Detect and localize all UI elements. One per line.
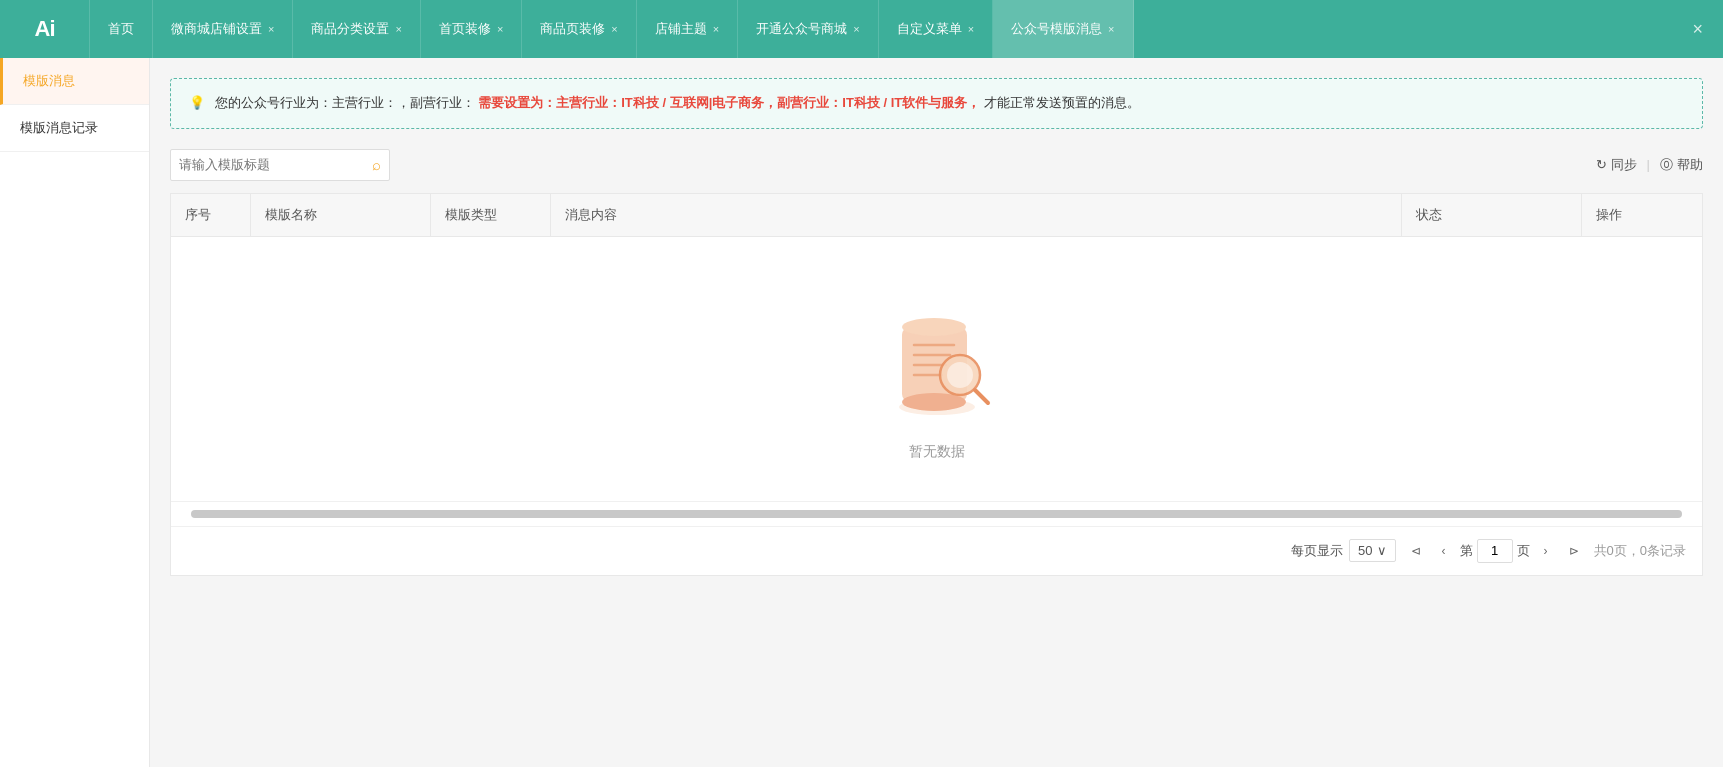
- first-page-button[interactable]: ⊲: [1404, 539, 1428, 563]
- table-header: 序号 模版名称 模版类型 消息内容 状态 操作: [171, 194, 1702, 237]
- notice-highlight: 需要设置为：主营行业：IT科技 / 互联网|电子商务，副营行业：IT科技 / I…: [478, 95, 980, 110]
- prev-page-button[interactable]: ‹: [1432, 539, 1456, 563]
- per-page-value: 50: [1358, 543, 1372, 558]
- nav-tab-category[interactable]: 商品分类设置 ×: [293, 0, 420, 58]
- page-total: 共0页，0条记录: [1594, 542, 1686, 560]
- sidebar-item-template-record[interactable]: 模版消息记录: [0, 105, 149, 152]
- col-content: 消息内容: [551, 194, 1402, 236]
- help-icon: ⓪: [1660, 156, 1673, 174]
- next-page-button[interactable]: ›: [1534, 539, 1558, 563]
- nav-tab-open-mall[interactable]: 开通公众号商城 ×: [738, 0, 878, 58]
- nav-tab-product-decor[interactable]: 商品页装修 ×: [522, 0, 636, 58]
- empty-text: 暂无数据: [909, 443, 965, 461]
- close-tab-product-decor[interactable]: ×: [611, 23, 617, 35]
- svg-line-10: [975, 390, 988, 403]
- col-status: 状态: [1402, 194, 1582, 236]
- close-tab-custom-menu[interactable]: ×: [968, 23, 974, 35]
- notice-icon: 💡: [189, 95, 205, 110]
- per-page-label: 每页显示: [1291, 542, 1343, 560]
- sync-button[interactable]: ↻ 同步: [1596, 156, 1637, 174]
- page-size-selector: 每页显示 50 ∨: [1291, 539, 1395, 562]
- close-tab-open-mall[interactable]: ×: [853, 23, 859, 35]
- close-tab-category[interactable]: ×: [395, 23, 401, 35]
- nav-tab-custom-menu[interactable]: 自定义菜单 ×: [879, 0, 993, 58]
- nav-tab-store-theme[interactable]: 店铺主题 ×: [637, 0, 738, 58]
- notice-box: 💡 您的公众号行业为：主营行业：，副营行业： 需要设置为：主营行业：IT科技 /…: [170, 78, 1703, 129]
- data-table: 序号 模版名称 模版类型 消息内容 状态 操作: [170, 193, 1703, 576]
- sidebar-item-template-message[interactable]: 模版消息: [0, 58, 149, 105]
- col-type: 模版类型: [431, 194, 551, 236]
- divider: |: [1647, 157, 1650, 172]
- sync-icon: ↻: [1596, 157, 1607, 172]
- col-index: 序号: [171, 194, 251, 236]
- empty-illustration: [872, 297, 1002, 427]
- nav-tab-wechat-shop[interactable]: 微商城店铺设置 ×: [153, 0, 293, 58]
- col-action: 操作: [1582, 194, 1702, 236]
- svg-point-2: [902, 318, 966, 336]
- nav-tab-template-msg[interactable]: 公众号模版消息 ×: [993, 0, 1133, 58]
- page-input[interactable]: [1477, 539, 1513, 563]
- page-navigation: ⊲ ‹ 第 页 › ⊳: [1404, 539, 1586, 563]
- toolbar-right: ↻ 同步 | ⓪ 帮助: [1596, 156, 1703, 174]
- app-logo: Ai: [0, 0, 90, 58]
- scrollbar-area[interactable]: [171, 501, 1702, 526]
- svg-point-9: [947, 362, 973, 388]
- content-area: 💡 您的公众号行业为：主营行业：，副营行业： 需要设置为：主营行业：IT科技 /…: [150, 58, 1723, 767]
- pagination: 每页显示 50 ∨ ⊲ ‹ 第 页 › ⊳ 共0页，0条记录: [171, 526, 1702, 575]
- close-tab-wechat-shop[interactable]: ×: [268, 23, 274, 35]
- per-page-select[interactable]: 50 ∨: [1349, 539, 1395, 562]
- horizontal-scrollbar[interactable]: [191, 510, 1682, 518]
- main-layout: 模版消息 模版消息记录 💡 您的公众号行业为：主营行业：，副营行业： 需要设置为…: [0, 58, 1723, 767]
- last-page-button[interactable]: ⊳: [1562, 539, 1586, 563]
- sidebar: 模版消息 模版消息记录: [0, 58, 150, 767]
- empty-state: 暂无数据: [171, 237, 1702, 501]
- page-label: 第: [1460, 542, 1473, 560]
- help-button[interactable]: ⓪ 帮助: [1660, 156, 1703, 174]
- close-tab-template-msg[interactable]: ×: [1108, 23, 1114, 35]
- top-navigation: Ai 首页 微商城店铺设置 × 商品分类设置 × 首页装修 × 商品页装修 × …: [0, 0, 1723, 58]
- nav-tab-homepage-decor[interactable]: 首页装修 ×: [421, 0, 522, 58]
- search-icon[interactable]: ⌕: [372, 156, 381, 173]
- page-unit: 页: [1517, 542, 1530, 560]
- chevron-down-icon: ∨: [1377, 543, 1387, 558]
- search-box: ⌕: [170, 149, 390, 181]
- close-tab-homepage-decor[interactable]: ×: [497, 23, 503, 35]
- col-name: 模版名称: [251, 194, 431, 236]
- nav-tab-home[interactable]: 首页: [90, 0, 153, 58]
- toolbar: ⌕ ↻ 同步 | ⓪ 帮助: [170, 149, 1703, 181]
- close-tab-store-theme[interactable]: ×: [713, 23, 719, 35]
- window-close-button[interactable]: ×: [1672, 0, 1723, 58]
- search-input[interactable]: [179, 157, 372, 172]
